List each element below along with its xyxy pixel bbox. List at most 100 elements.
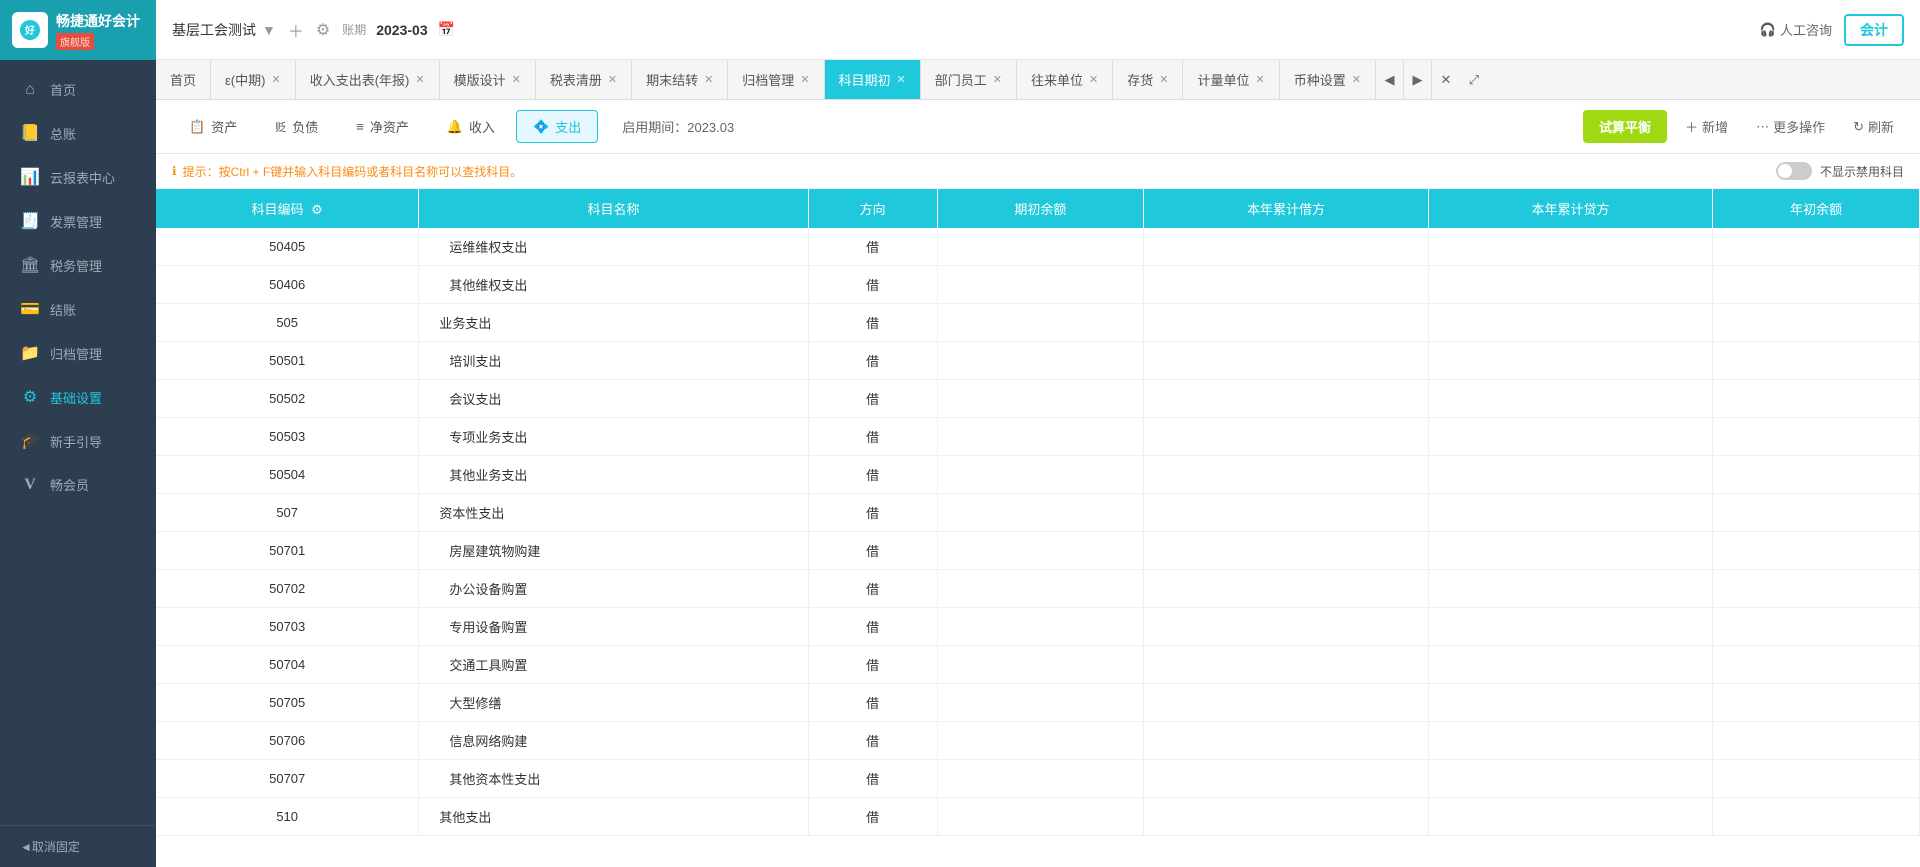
refresh-button[interactable]: ↻ 刷新 [1843, 111, 1904, 142]
tab-tax-list[interactable]: 税表清册 ✕ [536, 60, 632, 100]
cell-code: 50706 [156, 722, 419, 760]
tab-period-end[interactable]: 期末结转 ✕ [632, 60, 728, 100]
logo-text-wrap: 畅捷通好会计 旗舰版 [56, 11, 140, 50]
tab-currency[interactable]: 币种设置 ✕ [1280, 60, 1376, 100]
subtab-expenses-label: 支出 [555, 117, 581, 136]
hint-text-wrap: ℹ 提示：按Ctrl + F键并输入科目编码或者科目名称可以查找科目。 [172, 163, 522, 180]
tab-unit-close[interactable]: ✕ [1255, 73, 1264, 86]
cell-year-balance [1713, 722, 1920, 760]
toggle-knob [1778, 164, 1792, 178]
tab-inventory-close[interactable]: ✕ [1159, 73, 1168, 86]
tab-prev-btn[interactable]: ◀ [1376, 60, 1404, 100]
tab-close-all-btn[interactable]: ✕ [1432, 60, 1460, 100]
cell-direction: 借 [808, 266, 937, 304]
tab-expand-btn[interactable]: ⤢ [1460, 60, 1488, 100]
cell-ytd-credit [1428, 418, 1713, 456]
table-row[interactable]: 510 其他支出 借 [156, 798, 1920, 836]
sidebar-item-member[interactable]: V 畅会员 [0, 463, 156, 506]
disabled-toggle[interactable] [1776, 162, 1812, 180]
tab-department[interactable]: 部门员工 ✕ [921, 60, 1017, 100]
subtab-income[interactable]: 🔔 收入 [430, 110, 512, 143]
tab-home[interactable]: 首页 [156, 60, 211, 100]
logo-title: 畅捷通好会计 [56, 11, 140, 31]
project-selector[interactable]: 基层工会测试 ▼ [172, 20, 276, 40]
table-row[interactable]: 50704 交通工具购置 借 [156, 646, 1920, 684]
table-row[interactable]: 50503 专项业务支出 借 [156, 418, 1920, 456]
cell-name: 专用设备购置 [419, 608, 808, 646]
tab-income-annual[interactable]: 收入支出表(年报) ✕ [296, 60, 440, 100]
sidebar-item-reports[interactable]: 📊 云报表中心 [0, 155, 156, 199]
service-button[interactable]: 🎧 人工咨询 [1760, 20, 1832, 39]
column-settings-icon[interactable]: ⚙ [311, 202, 323, 218]
tab-contacts[interactable]: 往来单位 ✕ [1017, 60, 1113, 100]
table-row[interactable]: 50706 信息网络购建 借 [156, 722, 1920, 760]
sidebar-item-tax[interactable]: 🏛 税务管理 [0, 243, 156, 287]
tab-template-close[interactable]: ✕ [512, 73, 521, 86]
cell-code: 50704 [156, 646, 419, 684]
tab-department-close[interactable]: ✕ [993, 73, 1002, 86]
table-row[interactable]: 50405 运维维权支出 借 [156, 228, 1920, 266]
tab-subject-init[interactable]: 科目期初 ✕ [825, 60, 921, 100]
sidebar-item-home[interactable]: ⌂ 首页 [0, 68, 156, 111]
tab-contacts-close[interactable]: ✕ [1089, 73, 1098, 86]
cell-code: 50501 [156, 342, 419, 380]
settings-gear-icon[interactable]: ⚙ [316, 20, 330, 40]
tab-mid-period[interactable]: ε(中期) ✕ [211, 60, 296, 100]
cell-direction: 借 [808, 456, 937, 494]
table-row[interactable]: 505 业务支出 借 [156, 304, 1920, 342]
tab-template[interactable]: 模版设计 ✕ [440, 60, 536, 100]
tab-next-btn[interactable]: ▶ [1404, 60, 1432, 100]
sidebar-label-settings: 基础设置 [50, 388, 102, 407]
cell-ytd-debit [1144, 798, 1429, 836]
sidebar-item-settings[interactable]: ⚙ 基础设置 [0, 375, 156, 419]
sidebar-nav: ⌂ 首页 📒 总账 📊 云报表中心 🧾 发票管理 🏛 税务管理 💳 结账 📁 归… [0, 60, 156, 825]
calendar-icon[interactable]: 📅 [438, 21, 455, 38]
sidebar-label-home: 首页 [50, 80, 76, 99]
tab-archive-close[interactable]: ✕ [800, 73, 809, 86]
hint-bar: ℹ 提示：按Ctrl + F键并输入科目编码或者科目名称可以查找科目。 不显示禁… [156, 154, 1920, 189]
tab-income-annual-close[interactable]: ✕ [415, 73, 424, 86]
sidebar-item-archive[interactable]: 📁 归档管理 [0, 331, 156, 375]
tab-currency-close[interactable]: ✕ [1352, 73, 1361, 86]
subtab-assets[interactable]: 📋 资产 [172, 110, 254, 143]
sidebar-item-guide[interactable]: 🎓 新手引导 [0, 419, 156, 463]
tab-mid-period-close[interactable]: ✕ [271, 73, 280, 86]
expenses-icon: 💠 [533, 119, 549, 135]
tab-subject-init-label: 科目期初 [839, 70, 891, 89]
sidebar-toggle-pin[interactable]: ◄取消固定 [0, 825, 156, 867]
subtab-net-assets[interactable]: ≡ 净资产 [339, 110, 426, 143]
tab-subject-init-close[interactable]: ✕ [897, 73, 906, 86]
subtab-expenses[interactable]: 💠 支出 [516, 110, 598, 143]
tab-tax-list-close[interactable]: ✕ [608, 73, 617, 86]
add-button[interactable]: ＋ 新增 [1675, 111, 1738, 142]
table-row[interactable]: 50703 专用设备购置 借 [156, 608, 1920, 646]
add-project-icon[interactable]: ＋ [288, 18, 304, 42]
cell-code: 50705 [156, 684, 419, 722]
more-button[interactable]: ⋯ 更多操作 [1746, 111, 1835, 142]
sidebar-item-checkout[interactable]: 💳 结账 [0, 287, 156, 331]
tab-archive[interactable]: 归档管理 ✕ [728, 60, 824, 100]
table-row[interactable]: 50406 其他维权支出 借 [156, 266, 1920, 304]
subtab-liabilities[interactable]: 贬 负债 [258, 110, 335, 143]
cell-name: 其他维权支出 [419, 266, 808, 304]
th-period-balance: 期初余额 [937, 189, 1144, 228]
tab-period-end-close[interactable]: ✕ [704, 73, 713, 86]
tab-unit[interactable]: 计量单位 ✕ [1183, 60, 1279, 100]
table-row[interactable]: 507 资本性支出 借 [156, 494, 1920, 532]
table-row[interactable]: 50702 办公设备购置 借 [156, 570, 1920, 608]
headphone-icon: 🎧 [1760, 22, 1776, 38]
table-row[interactable]: 50501 培训支出 借 [156, 342, 1920, 380]
table-row[interactable]: 50701 房屋建筑物购建 借 [156, 532, 1920, 570]
table-row[interactable]: 50705 大型修缮 借 [156, 684, 1920, 722]
subject-table: 科目编码 ⚙ 科目名称 方向 期初余额 本年累计借方 本年累计贷方 年初余额 5… [156, 189, 1920, 836]
sidebar-item-invoice[interactable]: 🧾 发票管理 [0, 199, 156, 243]
cell-name: 办公设备购置 [419, 570, 808, 608]
sidebar-item-ledger[interactable]: 📒 总账 [0, 111, 156, 155]
table-row[interactable]: 50502 会议支出 借 [156, 380, 1920, 418]
table-row[interactable]: 50707 其他资本性支出 借 [156, 760, 1920, 798]
table-row[interactable]: 50504 其他业务支出 借 [156, 456, 1920, 494]
tab-inventory[interactable]: 存货 ✕ [1113, 60, 1183, 100]
balance-button[interactable]: 试算平衡 [1583, 110, 1667, 143]
cell-period-balance [937, 342, 1144, 380]
account-button[interactable]: 会计 [1844, 14, 1904, 46]
